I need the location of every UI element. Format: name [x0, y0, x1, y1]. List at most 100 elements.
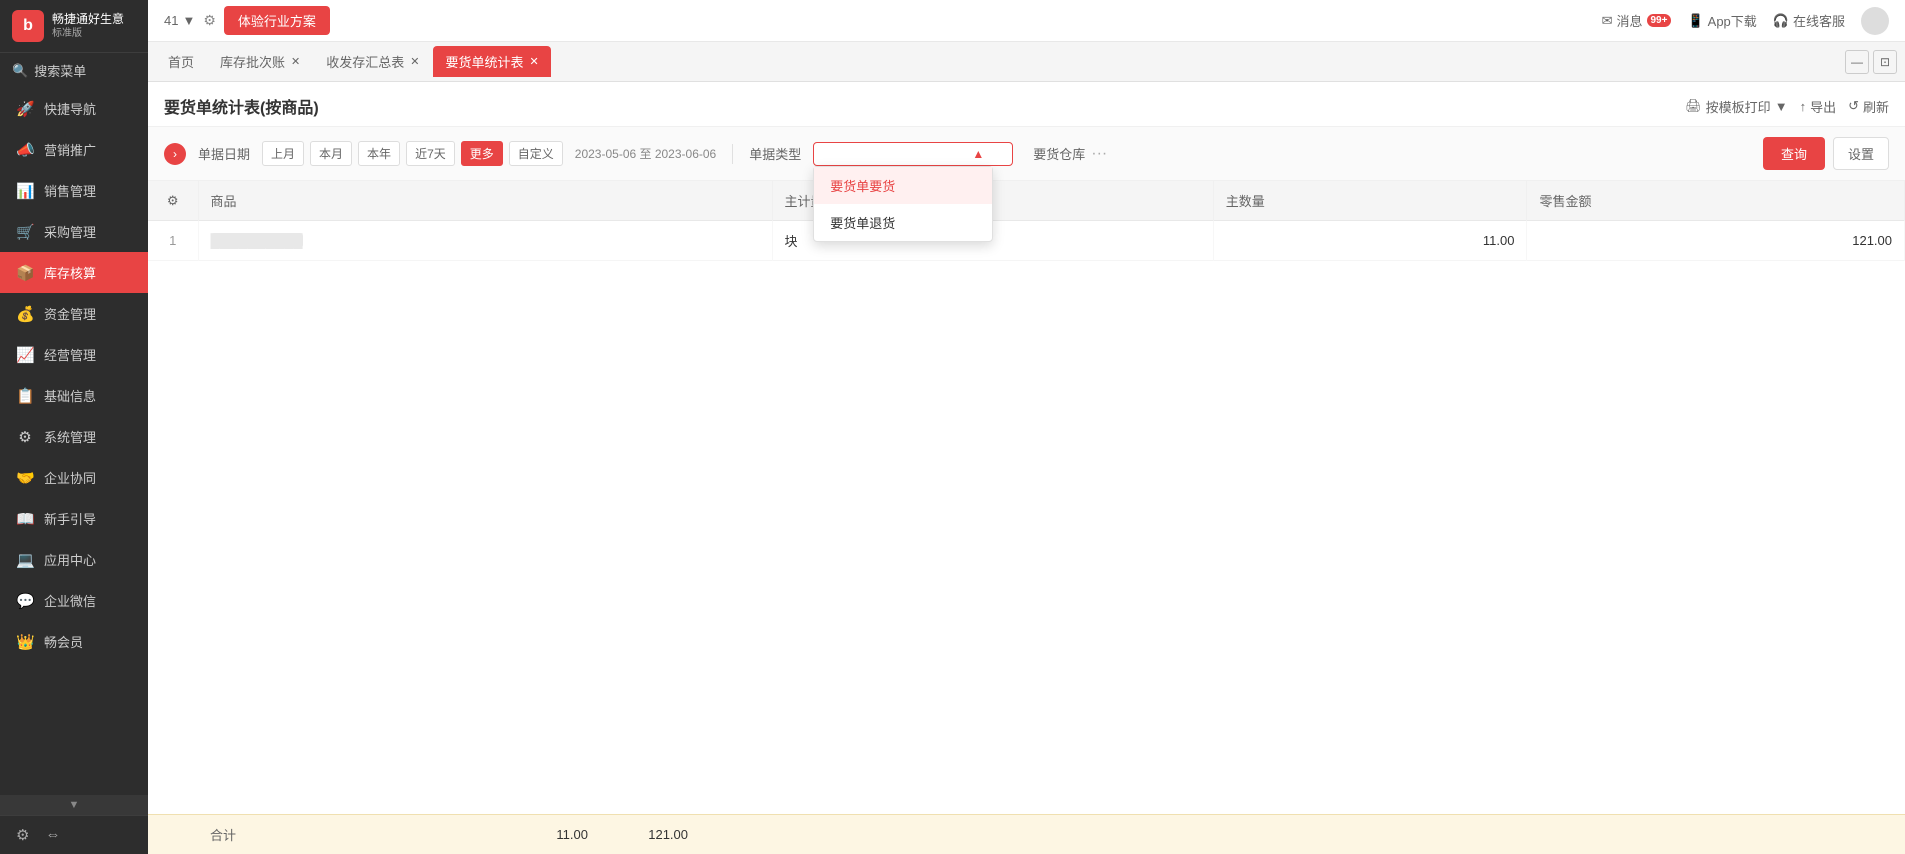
xinshou-icon: 📖	[16, 510, 34, 528]
sidebar-item-huiyuan[interactable]: 👑 畅会员	[0, 621, 148, 662]
app-logo-text: 畅捷通好生意 标准版	[52, 12, 124, 41]
query-btn[interactable]: 查询	[1763, 137, 1825, 170]
sidebar-item-zijin[interactable]: 💰 资金管理	[0, 293, 148, 334]
sidebar-item-label: 快捷导航	[44, 99, 96, 118]
sidebar-item-xiaoshou[interactable]: 📊 销售管理	[0, 170, 148, 211]
type-option-yaohuo[interactable]: 要货单要货	[814, 167, 992, 204]
sidebar-item-jichu[interactable]: 📋 基础信息	[0, 375, 148, 416]
topbar-left: 41 ▼ ⚙ 体验行业方案	[164, 6, 1590, 35]
collapse-icon[interactable]: ⇔	[45, 826, 60, 844]
store-selector[interactable]: 41 ▼	[164, 13, 195, 28]
row-qty: 11.00	[1213, 221, 1527, 261]
date-custom-btn[interactable]: 自定义	[509, 141, 563, 166]
tabs-maximize-btn[interactable]: ⊡	[1873, 50, 1897, 74]
type-option-tuihuo[interactable]: 要货单退货	[814, 204, 992, 241]
data-table: ⚙ 商品 主计量单位 主数量 零售金额 1 ██████████ 块 1	[148, 181, 1905, 261]
sidebar-item-label: 销售管理	[44, 181, 96, 200]
sidebar-item-yingyong[interactable]: 💻 应用中心	[0, 539, 148, 580]
tab-label: 库存批次账	[220, 52, 285, 71]
row-amount: 121.00	[1527, 221, 1905, 261]
service-label: 在线客服	[1793, 11, 1845, 30]
date-this-month-btn[interactable]: 本月	[310, 141, 352, 166]
date-this-year-btn[interactable]: 本年	[358, 141, 400, 166]
tab-close-icon[interactable]: ✕	[530, 55, 539, 68]
service-icon: 🎧	[1773, 13, 1789, 29]
messages-btn[interactable]: ✉ 消息 99+	[1602, 11, 1672, 30]
settings-btn[interactable]: 设置	[1833, 137, 1889, 170]
tab-home[interactable]: 首页	[156, 46, 206, 77]
page-header: 要货单统计表(按商品) 🖨 按模板打印 ▼ ↑ 导出 ↺ 刷新	[148, 82, 1905, 127]
date-shortcuts: 上月 本月 本年 近7天 更多 自定义	[262, 141, 563, 166]
user-avatar[interactable]	[1861, 7, 1889, 35]
col-product: 商品	[198, 181, 772, 221]
settings-gear-icon[interactable]: ⚙	[16, 826, 29, 844]
footer-qty: 11.00	[500, 827, 600, 842]
sidebar-item-label: 库存核算	[44, 263, 96, 282]
date-last-month-btn[interactable]: 上月	[262, 141, 304, 166]
date-range-display: 2023-05-06 至 2023-06-06	[575, 145, 716, 162]
topbar-gear-icon[interactable]: ⚙	[203, 12, 216, 29]
sidebar-item-label: 系统管理	[44, 427, 96, 446]
export-btn[interactable]: ↑ 导出	[1800, 97, 1837, 116]
tab-close-icon[interactable]: ✕	[410, 55, 419, 68]
kucun-icon: 📦	[16, 264, 34, 282]
tabs-right-actions: — ⊡	[1845, 50, 1897, 74]
main-content: 41 ▼ ⚙ 体验行业方案 ✉ 消息 99+ 📱 App下载 🎧 在线客服	[148, 0, 1905, 854]
sidebar-item-qiye[interactable]: 🤝 企业协同	[0, 457, 148, 498]
filter-expand-btn[interactable]: ›	[164, 143, 186, 165]
sidebar-item-kuaijie[interactable]: 🚀 快捷导航	[0, 88, 148, 129]
page-container: 要货单统计表(按商品) 🖨 按模板打印 ▼ ↑ 导出 ↺ 刷新 ›	[148, 82, 1905, 854]
sidebar-item-yingxiao[interactable]: 📣 营销推广	[0, 129, 148, 170]
table-row: 1 ██████████ 块 11.00 121.00	[148, 221, 1905, 261]
sidebar-item-label: 经营管理	[44, 345, 96, 364]
col-settings[interactable]: ⚙	[148, 181, 198, 221]
filter-actions: 查询 设置	[1763, 137, 1889, 170]
product-name-blurred: ██████████	[211, 233, 303, 248]
sidebar-item-xinshou[interactable]: 📖 新手引导	[0, 498, 148, 539]
sidebar-search[interactable]: 🔍 搜索菜单	[0, 53, 148, 88]
kuaijie-icon: 🚀	[16, 100, 34, 118]
filter-bar: › 单据日期 上月 本月 本年 近7天 更多 自定义 2023-05-06 至 …	[148, 127, 1905, 181]
service-btn[interactable]: 🎧 在线客服	[1773, 11, 1845, 30]
tab-close-icon[interactable]: ✕	[291, 55, 300, 68]
sidebar-item-jingying[interactable]: 📈 经营管理	[0, 334, 148, 375]
footer-amount: 121.00	[600, 827, 700, 842]
sidebar-logo: b 畅捷通好生意 标准版	[0, 0, 148, 53]
app-version: 标准版	[52, 27, 124, 40]
type-select-box[interactable]: ▲	[813, 142, 1013, 166]
tab-yaohuo-tongji[interactable]: 要货单统计表 ✕	[433, 46, 550, 77]
refresh-icon: ↺	[1848, 98, 1859, 114]
tabs-minimize-btn[interactable]: —	[1845, 50, 1869, 74]
print-btn[interactable]: 🖨 按模板打印 ▼	[1685, 97, 1787, 116]
sidebar-item-label: 基础信息	[44, 386, 96, 405]
sidebar-scroll-down[interactable]: ▼	[0, 795, 148, 815]
type-select-container: ▲ 要货单要货 要货单退货	[813, 142, 1013, 166]
sidebar-item-label: 资金管理	[44, 304, 96, 323]
jingying-icon: 📈	[16, 346, 34, 364]
sidebar-item-xitong[interactable]: ⚙ 系统管理	[0, 416, 148, 457]
export-icon: ↑	[1800, 99, 1807, 114]
sidebar-item-caigou[interactable]: 🛒 采购管理	[0, 211, 148, 252]
date-more-btn[interactable]: 更多	[461, 141, 503, 166]
xiaoshou-icon: 📊	[16, 182, 34, 200]
page-title: 要货单统计表(按商品)	[164, 94, 319, 118]
refresh-btn[interactable]: ↺ 刷新	[1848, 97, 1889, 116]
date-7days-btn[interactable]: 近7天	[406, 141, 455, 166]
warehouse-filter-wrap: 要货仓库 ···	[1033, 144, 1107, 163]
messages-badge: 99+	[1647, 14, 1672, 27]
tab-label: 首页	[168, 52, 194, 71]
sidebar-item-kucun[interactable]: 📦 库存核算	[0, 252, 148, 293]
zijin-icon: 💰	[16, 305, 34, 323]
tab-shoufa-huizong[interactable]: 收发存汇总表 ✕	[314, 46, 431, 77]
warehouse-more-icon[interactable]: ···	[1091, 145, 1107, 163]
sidebar-item-label: 应用中心	[44, 550, 96, 569]
sidebar-item-weixin[interactable]: 💬 企业微信	[0, 580, 148, 621]
search-icon: 🔍	[12, 63, 28, 79]
industry-btn[interactable]: 体验行业方案	[224, 6, 330, 35]
app-download-btn[interactable]: 📱 App下载	[1687, 11, 1756, 30]
date-filter-label: 单据日期	[198, 144, 250, 163]
row-index: 1	[148, 221, 198, 261]
type-select-arrow-up[interactable]: ▲	[972, 147, 984, 161]
topbar: 41 ▼ ⚙ 体验行业方案 ✉ 消息 99+ 📱 App下载 🎧 在线客服	[148, 0, 1905, 42]
tab-kucun-pici[interactable]: 库存批次账 ✕	[208, 46, 312, 77]
